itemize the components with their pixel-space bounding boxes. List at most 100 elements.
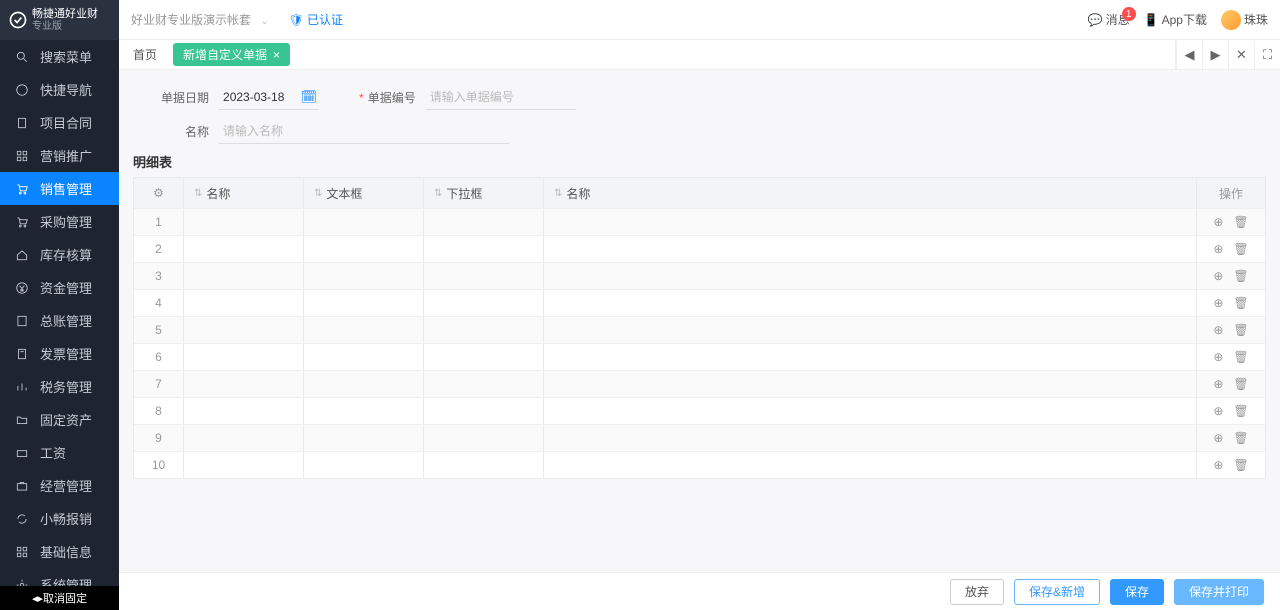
save-button[interactable]: 保存 (1110, 579, 1164, 605)
tab-prev-button[interactable]: ◀ (1176, 41, 1202, 69)
add-row-icon[interactable]: ⊕ (1213, 323, 1223, 337)
add-row-icon[interactable]: ⊕ (1213, 215, 1223, 229)
cell-name2[interactable] (544, 371, 1197, 397)
delete-row-icon[interactable]: 🗑 (1233, 323, 1248, 337)
table-row[interactable]: 9⊕🗑 (134, 424, 1265, 451)
cell-drop[interactable] (424, 290, 544, 316)
cell-drop[interactable] (424, 452, 544, 478)
cell-name2[interactable] (544, 290, 1197, 316)
sidebar-item-3[interactable]: 营销推广 (0, 139, 119, 172)
cell-name[interactable] (184, 236, 304, 262)
add-row-icon[interactable]: ⊕ (1213, 431, 1223, 445)
cell-name[interactable] (184, 344, 304, 370)
table-row[interactable]: 5⊕🗑 (134, 316, 1265, 343)
sidebar-item-1[interactable]: 快捷导航 (0, 73, 119, 106)
cell-name[interactable] (184, 452, 304, 478)
user-menu[interactable]: 珠珠 (1221, 10, 1268, 30)
cell-drop[interactable] (424, 398, 544, 424)
col-name[interactable]: ⇅名称 (184, 178, 304, 208)
delete-row-icon[interactable]: 🗑 (1233, 458, 1248, 472)
cell-name[interactable] (184, 371, 304, 397)
sidebar-item-0[interactable]: 搜索菜单 (0, 40, 119, 73)
save-and-new-button[interactable]: 保存&新增 (1014, 579, 1100, 605)
cell-name2[interactable] (544, 209, 1197, 235)
col-text[interactable]: ⇅文本框 (304, 178, 424, 208)
sidebar-item-8[interactable]: 总账管理 (0, 304, 119, 337)
sidebar-item-15[interactable]: 基础信息 (0, 535, 119, 568)
table-row[interactable]: 6⊕🗑 (134, 343, 1265, 370)
sidebar-item-14[interactable]: 小畅报销 (0, 502, 119, 535)
col-name2[interactable]: ⇅名称 (544, 178, 1197, 208)
add-row-icon[interactable]: ⊕ (1213, 296, 1223, 310)
cell-text[interactable] (304, 263, 424, 289)
table-row[interactable]: 2⊕🗑 (134, 235, 1265, 262)
cell-text[interactable] (304, 452, 424, 478)
cell-name[interactable] (184, 263, 304, 289)
cell-name[interactable] (184, 209, 304, 235)
delete-row-icon[interactable]: 🗑 (1233, 404, 1248, 418)
col-drop[interactable]: ⇅下拉框 (424, 178, 544, 208)
cell-text[interactable] (304, 344, 424, 370)
cell-text[interactable] (304, 371, 424, 397)
cell-drop[interactable] (424, 344, 544, 370)
delete-row-icon[interactable]: 🗑 (1233, 215, 1248, 229)
cell-name2[interactable] (544, 398, 1197, 424)
add-row-icon[interactable]: ⊕ (1213, 269, 1223, 283)
name-input[interactable] (219, 118, 509, 144)
tab-next-button[interactable]: ▶ (1202, 41, 1228, 69)
cell-name2[interactable] (544, 425, 1197, 451)
delete-row-icon[interactable]: 🗑 (1233, 296, 1248, 310)
sidebar-item-11[interactable]: 固定资产 (0, 403, 119, 436)
delete-row-icon[interactable]: 🗑 (1233, 431, 1248, 445)
add-row-icon[interactable]: ⊕ (1213, 377, 1223, 391)
table-row[interactable]: 4⊕🗑 (134, 289, 1265, 316)
save-and-print-button[interactable]: 保存并打印 (1174, 579, 1264, 605)
gear-column[interactable]: ⚙ (134, 178, 184, 208)
sidebar-item-9[interactable]: 发票管理 (0, 337, 119, 370)
table-row[interactable]: 8⊕🗑 (134, 397, 1265, 424)
sidebar-item-5[interactable]: 采购管理 (0, 205, 119, 238)
table-row[interactable]: 7⊕🗑 (134, 370, 1265, 397)
cell-drop[interactable] (424, 263, 544, 289)
add-row-icon[interactable]: ⊕ (1213, 350, 1223, 364)
cell-name2[interactable] (544, 263, 1197, 289)
bill-no-input[interactable] (426, 84, 576, 110)
add-row-icon[interactable]: ⊕ (1213, 404, 1223, 418)
cell-name2[interactable] (544, 344, 1197, 370)
table-row[interactable]: 3⊕🗑 (134, 262, 1265, 289)
calendar-icon[interactable]: 🗓 (301, 89, 318, 105)
sidebar-item-7[interactable]: 资金管理 (0, 271, 119, 304)
add-row-icon[interactable]: ⊕ (1213, 458, 1223, 472)
fullscreen-button[interactable]: ⛶ (1254, 41, 1280, 69)
cell-drop[interactable] (424, 317, 544, 343)
cell-name[interactable] (184, 290, 304, 316)
delete-row-icon[interactable]: 🗑 (1233, 242, 1248, 256)
cell-text[interactable] (304, 317, 424, 343)
cell-name2[interactable] (544, 452, 1197, 478)
sidebar-item-12[interactable]: 工资 (0, 436, 119, 469)
table-row[interactable]: 1⊕🗑 (134, 208, 1265, 235)
table-row[interactable]: 10⊕🗑 (134, 451, 1265, 478)
cell-name2[interactable] (544, 236, 1197, 262)
close-icon[interactable]: × (273, 48, 280, 62)
add-row-icon[interactable]: ⊕ (1213, 242, 1223, 256)
messages-button[interactable]: 💬 消息 1 (1088, 11, 1130, 28)
cell-text[interactable] (304, 236, 424, 262)
cell-text[interactable] (304, 398, 424, 424)
delete-row-icon[interactable]: 🗑 (1233, 350, 1248, 364)
tab-home[interactable]: 首页 (119, 40, 171, 69)
cell-drop[interactable] (424, 236, 544, 262)
delete-row-icon[interactable]: 🗑 (1233, 269, 1248, 283)
cell-drop[interactable] (424, 371, 544, 397)
cell-drop[interactable] (424, 209, 544, 235)
cell-name[interactable] (184, 425, 304, 451)
org-selector[interactable]: 好业财专业版演示帐套 ⌄ (131, 11, 269, 28)
app-download-button[interactable]: 📱 App下载 (1144, 11, 1207, 28)
delete-row-icon[interactable]: 🗑 (1233, 377, 1248, 391)
sidebar-item-13[interactable]: 经营管理 (0, 469, 119, 502)
tab-close-all-button[interactable]: ✕ (1228, 41, 1254, 69)
cell-name[interactable] (184, 398, 304, 424)
cell-name[interactable] (184, 317, 304, 343)
sidebar-item-2[interactable]: 项目合同 (0, 106, 119, 139)
cell-text[interactable] (304, 290, 424, 316)
